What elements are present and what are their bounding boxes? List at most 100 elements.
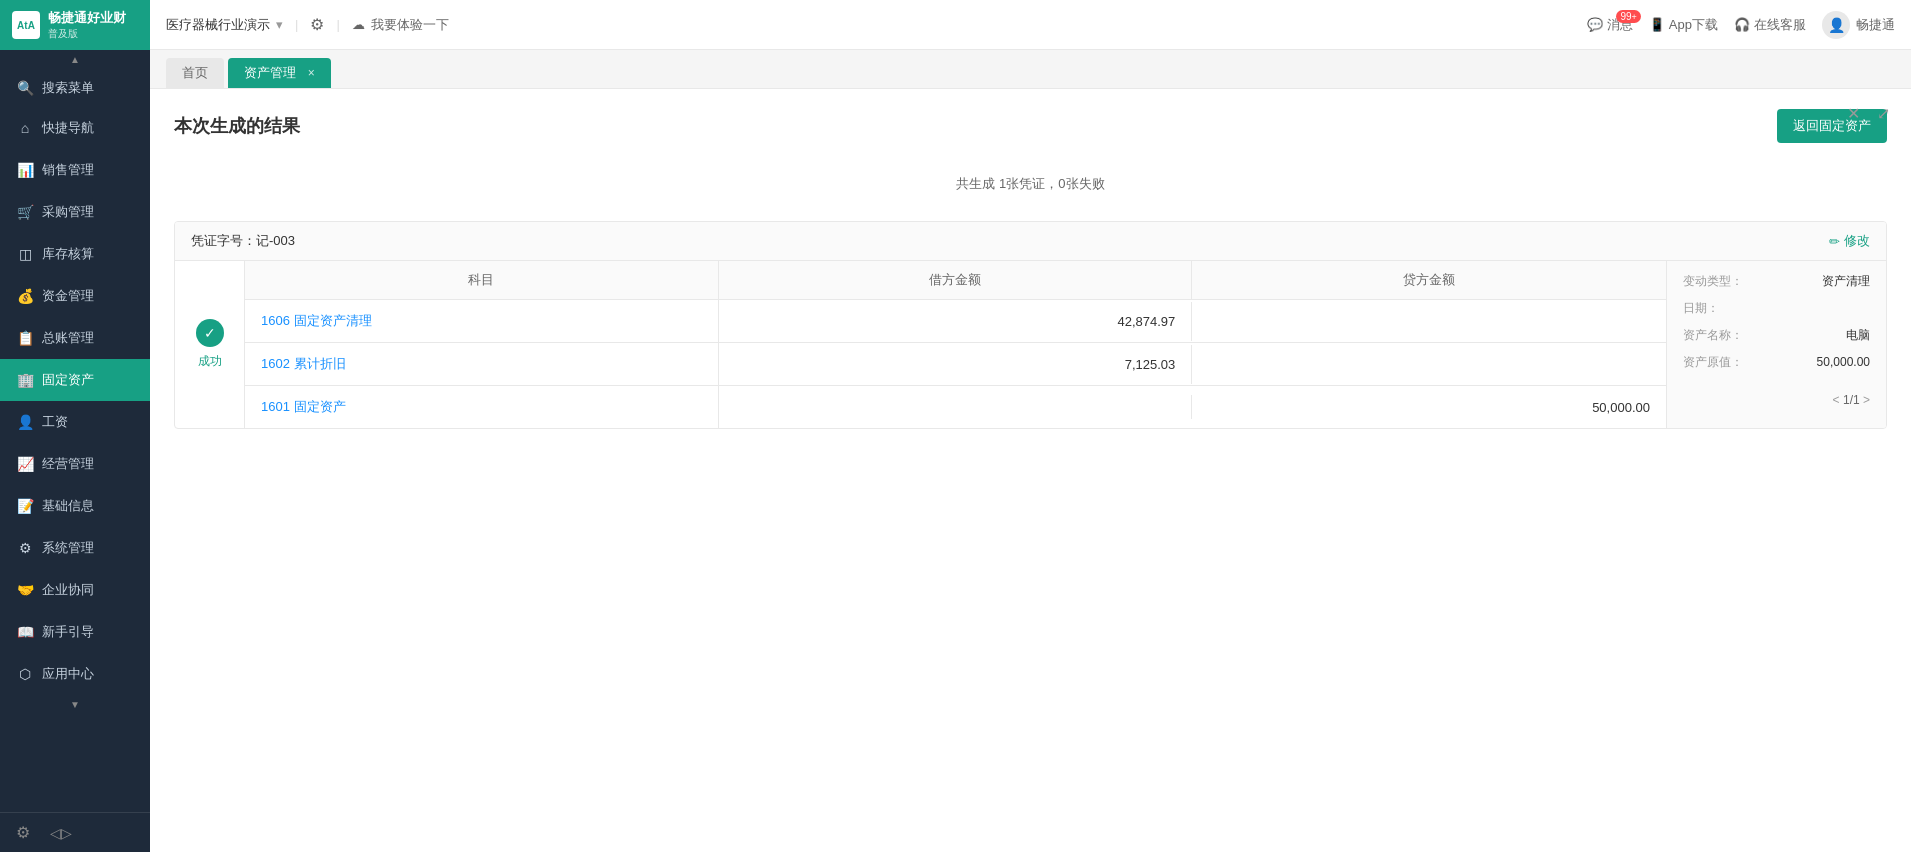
pagination-info: 1/1 (1843, 393, 1863, 407)
tab-home-label: 首页 (182, 65, 208, 80)
app-version: 普及版 (48, 27, 126, 40)
online-service-button[interactable]: 🎧 在线客服 (1734, 16, 1806, 34)
sidebar-item-payroll[interactable]: 👤 工资 (0, 401, 150, 443)
panel-controls: ✕ ⤢ (1841, 101, 1895, 125)
sidebar: AtA 畅捷通好业财 普及版 ▲ 🔍 搜索菜单 ⌂ 快捷导航 📊 销售管理 🛒 … (0, 0, 150, 852)
edit-voucher-button[interactable]: ✏ 修改 (1829, 232, 1870, 250)
tab-asset-mgmt[interactable]: 资产管理 × (228, 58, 331, 88)
tab-home[interactable]: 首页 (166, 58, 224, 88)
collapse-icon[interactable]: ◁▷ (50, 825, 72, 841)
logo-text: AtA (17, 20, 35, 31)
topbar-divider: | (295, 17, 298, 32)
topbar-right: 💬 消息 99+ 📱 App下载 🎧 在线客服 👤 畅捷通 (1587, 11, 1895, 39)
sidebar-item-system[interactable]: ⚙ 系统管理 (0, 527, 150, 569)
sidebar-bottom: ⚙ ◁▷ (0, 812, 150, 852)
sidebar-item-enterprise[interactable]: 🤝 企业协同 (0, 569, 150, 611)
sidebar-item-ledger[interactable]: 📋 总账管理 (0, 317, 150, 359)
user-profile[interactable]: 👤 畅捷通 (1822, 11, 1895, 39)
voucher-main: ✓ 成功 科目 借方金额 贷方金额 1606 固定资产清理 (175, 261, 1666, 428)
sidebar-item-guide[interactable]: 📖 新手引导 (0, 611, 150, 653)
logo-title: 畅捷通好业财 普及版 (48, 10, 126, 40)
subject-cell-2[interactable]: 1602 累计折旧 (245, 343, 719, 385)
experience-button[interactable]: ☁ 我要体验一下 (352, 16, 449, 34)
sidebar-item-label: 基础信息 (42, 497, 94, 515)
basic-info-icon: 📝 (16, 498, 34, 514)
sidebar-item-funds[interactable]: 💰 资金管理 (0, 275, 150, 317)
pagination-next-icon[interactable]: > (1863, 393, 1870, 407)
voucher-number: 凭证字号：记-003 (191, 232, 295, 250)
scroll-down-arrow[interactable]: ▼ (0, 695, 150, 714)
sidebar-item-label: 企业协同 (42, 581, 94, 599)
asset-value-label: 资产原值： (1683, 354, 1743, 371)
credit-cell-3: 50,000.00 (1192, 388, 1666, 427)
sidebar-item-label: 快捷导航 (42, 119, 94, 137)
sidebar-item-quick-nav[interactable]: ⌂ 快捷导航 (0, 107, 150, 149)
subject-cell-1[interactable]: 1606 固定资产清理 (245, 300, 719, 342)
messages-button[interactable]: 💬 消息 99+ (1587, 16, 1633, 34)
sidebar-item-fixed-assets[interactable]: 🏢 固定资产 (0, 359, 150, 401)
page-header: 本次生成的结果 返回固定资产 (174, 109, 1887, 143)
topbar: 医疗器械行业演示 ▾ | ⚙ | ☁ 我要体验一下 💬 消息 99+ 📱 App… (150, 0, 1911, 50)
headset-icon: 🎧 (1734, 17, 1750, 32)
pagination-prev-icon[interactable]: < (1833, 393, 1840, 407)
asset-name-row: 资产名称： 电脑 (1683, 327, 1870, 344)
phone-icon: 📱 (1649, 17, 1665, 32)
sidebar-item-label: 应用中心 (42, 665, 94, 683)
voucher-table: 科目 借方金额 贷方金额 1606 固定资产清理 42,874.97 1602 … (245, 261, 1666, 428)
tab-asset-mgmt-label: 资产管理 (244, 65, 296, 80)
pagination: < 1/1 > (1683, 381, 1870, 407)
experience-label: 我要体验一下 (371, 16, 449, 34)
purchase-icon: 🛒 (16, 204, 34, 220)
edit-icon: ✏ (1829, 234, 1840, 249)
sidebar-item-app-center[interactable]: ⬡ 应用中心 (0, 653, 150, 695)
company-name: 医疗器械行业演示 (166, 16, 270, 34)
sidebar-item-search[interactable]: 🔍 搜索菜单 (0, 69, 150, 107)
voucher-section: 凭证字号：记-003 ✏ 修改 ✓ 成功 (174, 221, 1887, 429)
username: 畅捷通 (1856, 16, 1895, 34)
settings-gear-icon[interactable]: ⚙ (310, 15, 324, 34)
asset-value-row: 资产原值： 50,000.00 (1683, 354, 1870, 371)
edit-label: 修改 (1844, 232, 1870, 250)
message-icon: 💬 (1587, 17, 1603, 32)
sidebar-item-label: 工资 (42, 413, 68, 431)
app-download-button[interactable]: 📱 App下载 (1649, 16, 1718, 34)
settings-icon[interactable]: ⚙ (16, 823, 30, 842)
result-summary-text: 共生成 1张凭证，0张失败 (956, 176, 1104, 191)
change-type-value: 资产清理 (1822, 273, 1870, 290)
sidebar-item-label: 采购管理 (42, 203, 94, 221)
online-service-label: 在线客服 (1754, 16, 1806, 34)
inventory-icon: ◫ (16, 246, 34, 262)
success-circle-icon: ✓ (196, 319, 224, 347)
dropdown-arrow-icon: ▾ (276, 17, 283, 32)
subject-cell-3[interactable]: 1601 固定资产 (245, 386, 719, 428)
debit-cell-3 (719, 395, 1193, 419)
app-center-icon: ⬡ (16, 666, 34, 682)
sidebar-item-basic-info[interactable]: 📝 基础信息 (0, 485, 150, 527)
sidebar-item-sales[interactable]: 📊 销售管理 (0, 149, 150, 191)
change-type-label: 变动类型： (1683, 273, 1743, 290)
payroll-icon: 👤 (16, 414, 34, 430)
sidebar-item-inventory[interactable]: ◫ 库存核算 (0, 233, 150, 275)
sidebar-item-label: 经营管理 (42, 455, 94, 473)
close-panel-icon[interactable]: ✕ (1841, 101, 1865, 125)
sidebar-item-purchase[interactable]: 🛒 采购管理 (0, 191, 150, 233)
asset-value-value: 50,000.00 (1817, 355, 1870, 369)
asset-name-label: 资产名称： (1683, 327, 1743, 344)
messages-badge: 99+ (1616, 10, 1640, 23)
app-logo: AtA 畅捷通好业财 普及版 (0, 0, 150, 50)
cloud-icon: ☁ (352, 17, 365, 32)
company-selector[interactable]: 医疗器械行业演示 ▾ (166, 16, 283, 34)
system-icon: ⚙ (16, 540, 34, 556)
scroll-up-arrow[interactable]: ▲ (0, 50, 150, 69)
app-name: 畅捷通好业财 (48, 10, 126, 27)
topbar-divider2: | (336, 17, 339, 32)
table-row: 1601 固定资产 50,000.00 (245, 386, 1666, 428)
debit-cell-1: 42,874.97 (719, 302, 1193, 341)
tab-close-icon[interactable]: × (308, 66, 315, 80)
home-icon: ⌂ (16, 120, 34, 136)
sidebar-item-label: 系统管理 (42, 539, 94, 557)
credit-cell-1 (1192, 309, 1666, 333)
sidebar-item-operations[interactable]: 📈 经营管理 (0, 443, 150, 485)
expand-panel-icon[interactable]: ⤢ (1871, 101, 1895, 125)
page-title: 本次生成的结果 (174, 114, 300, 138)
